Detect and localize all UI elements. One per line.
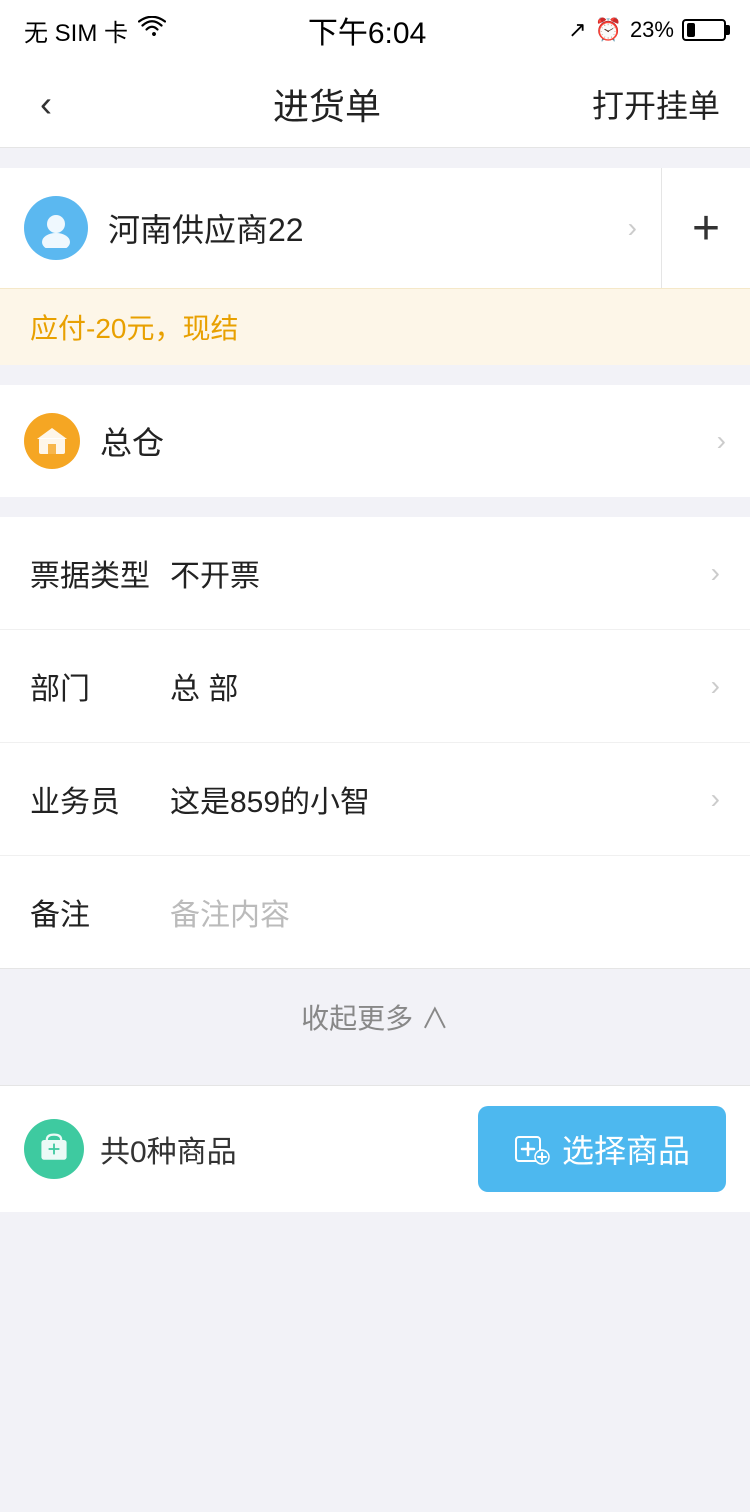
salesperson-value: 这是859的小智 [160, 777, 701, 821]
form-section: 票据类型 不开票 › 部门 总 部 › 业务员 这是859的小智 › 备注 备注… [0, 517, 750, 968]
section-gap-1 [0, 148, 750, 168]
ticket-type-value: 不开票 [160, 551, 701, 595]
nav-bar: ‹ 进货单 打开挂单 [0, 60, 750, 148]
body-background [0, 1212, 750, 1512]
select-product-label: 选择商品 [562, 1126, 690, 1172]
battery-pct: 23% [630, 17, 674, 43]
ticket-type-row[interactable]: 票据类型 不开票 › [0, 517, 750, 630]
status-time: 下午6:04 [308, 8, 426, 52]
department-label: 部门 [30, 664, 160, 708]
wifi-icon [138, 16, 166, 45]
open-pending-button[interactable]: 打开挂单 [592, 81, 720, 127]
warehouse-name: 总仓 [100, 418, 687, 464]
section-gap-4 [0, 1065, 750, 1085]
warehouse-chevron-icon: › [717, 425, 726, 457]
status-bar: 无 SIM 卡 下午6:04 ↗ ⏰ 23% [0, 0, 750, 60]
collapse-label: 收起更多 ∧ [301, 997, 449, 1037]
alarm-icon: ⏰ [595, 17, 622, 43]
status-left: 无 SIM 卡 [24, 13, 166, 48]
remark-input[interactable]: 备注内容 [160, 890, 720, 934]
battery-icon [682, 19, 726, 41]
back-button[interactable]: ‹ [30, 73, 62, 135]
select-product-button[interactable]: 选择商品 [478, 1106, 726, 1192]
ticket-type-label: 票据类型 [30, 551, 160, 595]
product-icon [24, 1119, 84, 1179]
bottom-bar: 共0种商品 选择商品 [0, 1085, 750, 1212]
collapse-row[interactable]: 收起更多 ∧ [0, 968, 750, 1065]
supplier-chevron-icon: › [628, 212, 637, 244]
department-value: 总 部 [160, 664, 701, 708]
department-row[interactable]: 部门 总 部 › [0, 630, 750, 743]
location-icon: ↗ [568, 17, 586, 43]
salesperson-chevron-icon: › [711, 783, 720, 815]
notice-bar: 应付-20元，现结 [0, 288, 750, 365]
carrier-label: 无 SIM 卡 [24, 13, 128, 48]
section-gap-3 [0, 497, 750, 517]
section-gap-2 [0, 365, 750, 385]
supplier-row[interactable]: 河南供应商22 › [0, 168, 662, 288]
notice-text: 应付-20元，现结 [30, 313, 238, 344]
status-right: ↗ ⏰ 23% [568, 17, 726, 43]
department-chevron-icon: › [711, 670, 720, 702]
warehouse-icon [24, 413, 80, 469]
supplier-avatar [24, 196, 88, 260]
ticket-chevron-icon: › [711, 557, 720, 589]
supplier-section: 河南供应商22 › + [0, 168, 750, 288]
product-count-label: 共0种商品 [100, 1127, 478, 1171]
add-supplier-button[interactable]: + [662, 168, 750, 288]
salesperson-row[interactable]: 业务员 这是859的小智 › [0, 743, 750, 856]
remark-row[interactable]: 备注 备注内容 [0, 856, 750, 968]
supplier-name: 河南供应商22 [108, 205, 598, 251]
warehouse-section[interactable]: 总仓 › [0, 385, 750, 497]
remark-label: 备注 [30, 890, 160, 934]
page-title: 进货单 [273, 78, 381, 130]
salesperson-label: 业务员 [30, 777, 160, 821]
